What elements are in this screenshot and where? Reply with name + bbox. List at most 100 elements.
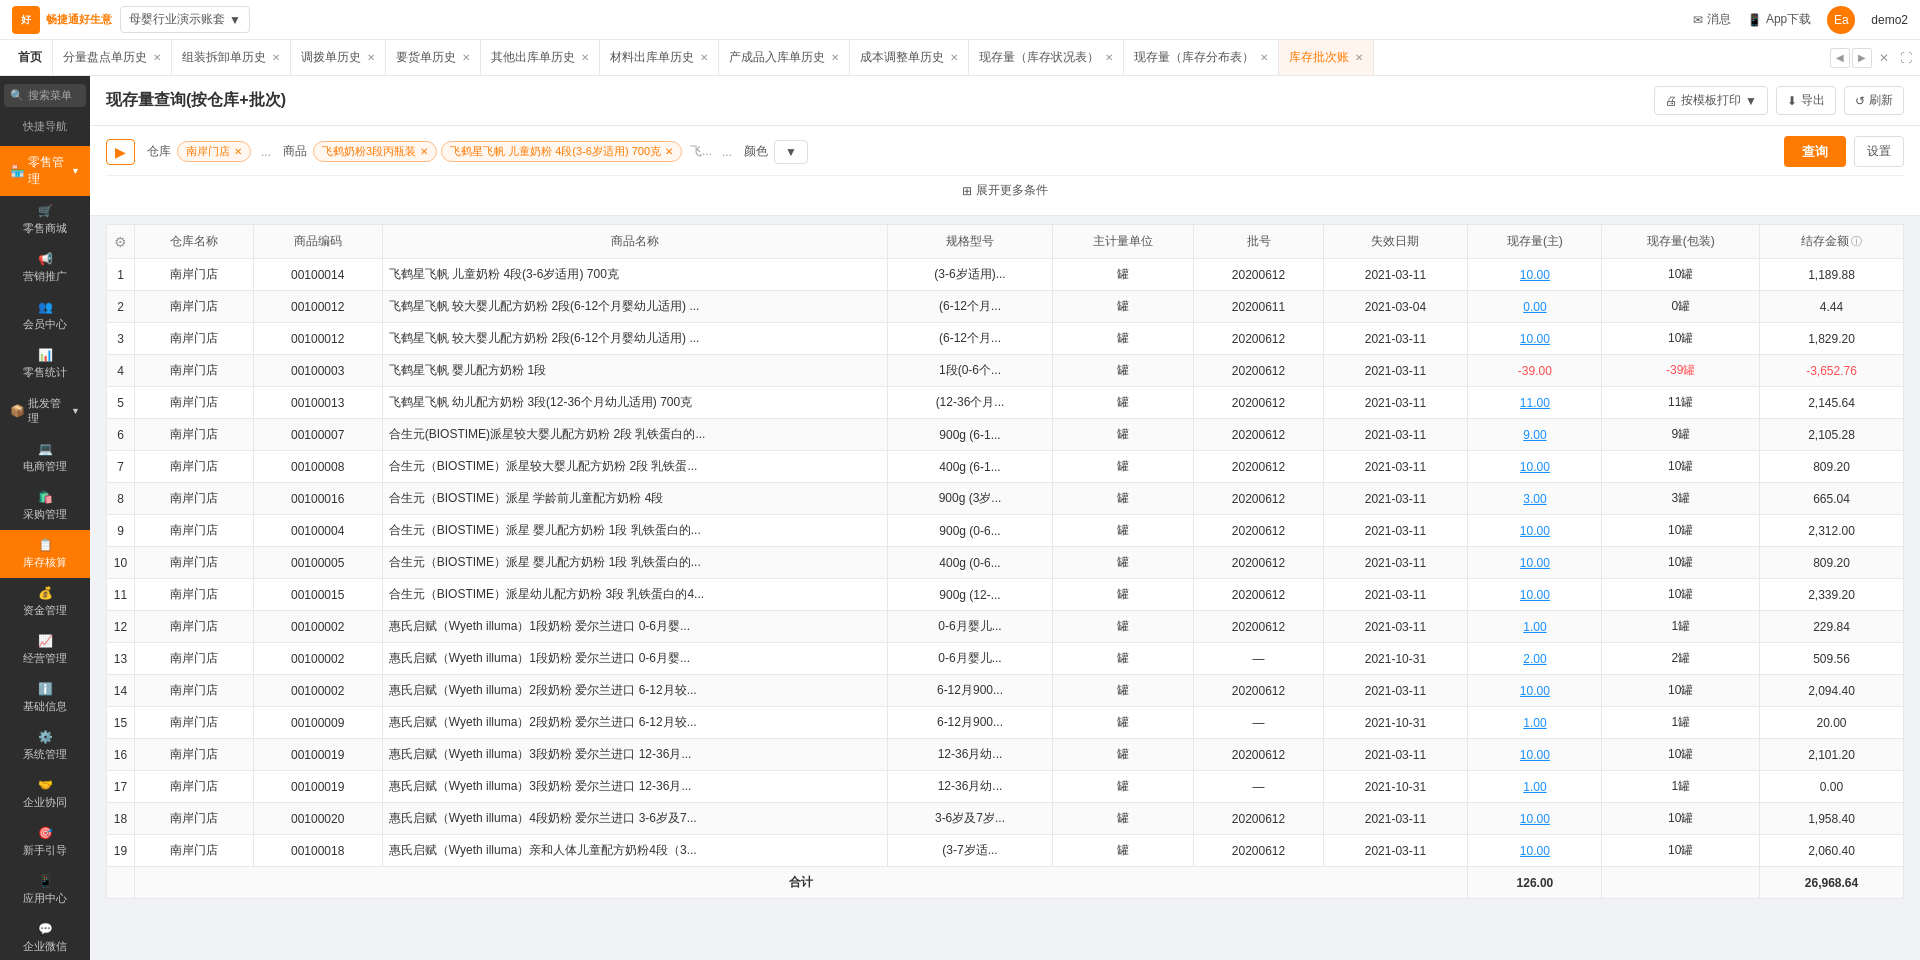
cell-qty-main[interactable]: 10.00 <box>1468 451 1602 483</box>
sidebar-quick-nav[interactable]: 快捷导航 <box>0 115 90 138</box>
cell-qty-main[interactable]: 0.00 <box>1468 291 1602 323</box>
cell-code: 00100005 <box>253 547 382 579</box>
export-button[interactable]: ⬇ 导出 <box>1776 86 1836 115</box>
sidebar-item-wholesale[interactable]: 📦 批发管理 ▼ <box>0 388 90 434</box>
sidebar-item-member[interactable]: 👥 会员中心 <box>0 292 90 340</box>
tab-xiancunliangfenbu[interactable]: 现存量（库存分布表） ✕ <box>1124 40 1279 76</box>
nav-next-button[interactable]: ▶ <box>1852 48 1872 68</box>
close-icon[interactable]: ✕ <box>153 52 161 63</box>
close-icon[interactable]: ✕ <box>1260 52 1268 63</box>
nav-prev-button[interactable]: ◀ <box>1830 48 1850 68</box>
refresh-button[interactable]: ↺ 刷新 <box>1844 86 1904 115</box>
cell-qty-main[interactable]: 10.00 <box>1468 675 1602 707</box>
warehouse-tag-close[interactable]: ✕ <box>234 146 242 157</box>
tab-diaobodanls[interactable]: 调拨单历史 ✕ <box>291 40 386 76</box>
tab-xiancunliangzhuangkuang[interactable]: 现存量（库存状况表） ✕ <box>969 40 1124 76</box>
color-dropdown[interactable]: ▼ <box>774 140 808 164</box>
filter-expand-btn[interactable]: ▶ <box>106 139 135 165</box>
sidebar-item-basics[interactable]: ℹ️ 基础信息 <box>0 674 90 722</box>
cell-batch: 20200612 <box>1194 675 1323 707</box>
app-download-button[interactable]: 📱 App下载 <box>1747 11 1811 28</box>
sidebar-item-retail-stats[interactable]: 📊 零售统计 <box>0 340 90 388</box>
cell-qty-main[interactable]: 10.00 <box>1468 323 1602 355</box>
sidebar-item-purchase[interactable]: 🛍️ 采购管理 <box>0 482 90 530</box>
sidebar-item-inventory[interactable]: 📋 库存核算 <box>0 530 90 578</box>
sidebar-item-system[interactable]: ⚙️ 系统管理 <box>0 722 90 770</box>
cell-amount: 229.84 <box>1760 611 1904 643</box>
product-tag-1-close[interactable]: ✕ <box>420 146 428 157</box>
search-input[interactable]: 🔍 搜索菜单 <box>4 84 86 107</box>
info-icon[interactable]: ⓘ <box>1851 235 1862 247</box>
nav-close-button[interactable]: ✕ <box>1874 48 1894 68</box>
cell-qty-main[interactable]: 10.00 <box>1468 739 1602 771</box>
industry-select[interactable]: 母婴行业演示账套 ▼ <box>120 6 250 33</box>
tab-chanchengpinruku[interactable]: 产成品入库单历史 ✕ <box>719 40 850 76</box>
message-button[interactable]: ✉ 消息 <box>1693 11 1731 28</box>
sidebar-item-marketing[interactable]: 📢 营销推广 <box>0 244 90 292</box>
cell-qty-main[interactable]: 1.00 <box>1468 771 1602 803</box>
close-icon[interactable]: ✕ <box>950 52 958 63</box>
sidebar-item-retail-mall[interactable]: 🛒 零售商城 <box>0 196 90 244</box>
product-tag-2-close[interactable]: ✕ <box>665 146 673 157</box>
cell-no: 18 <box>107 803 135 835</box>
tab-kucunpiciz[interactable]: 库存批次账 ✕ <box>1279 40 1374 76</box>
close-icon[interactable]: ✕ <box>581 52 589 63</box>
close-icon[interactable]: ✕ <box>1355 52 1363 63</box>
sidebar-item-collab[interactable]: 🤝 企业协同 <box>0 770 90 818</box>
cell-qty-main[interactable]: 9.00 <box>1468 419 1602 451</box>
tab-zuzhuangchaijian[interactable]: 组装拆卸单历史 ✕ <box>172 40 291 76</box>
warehouse-tag[interactable]: 南岸门店 ✕ <box>177 141 251 162</box>
sidebar-item-operations[interactable]: 📈 经营管理 <box>0 626 90 674</box>
avatar[interactable]: Ea <box>1827 6 1855 34</box>
sidebar-item-wechat[interactable]: 💬 企业微信 <box>0 914 90 960</box>
cell-unit: 罐 <box>1052 355 1194 387</box>
product-tag-1[interactable]: 飞鹤奶粉3段丙瓶装 ✕ <box>313 141 437 162</box>
sidebar-item-ecommerce[interactable]: 💻 电商管理 <box>0 434 90 482</box>
cell-qty-main[interactable]: 3.00 <box>1468 483 1602 515</box>
tab-qitachuku[interactable]: 其他出库单历史 ✕ <box>481 40 600 76</box>
expand-conditions-btn[interactable]: ⊞ 展开更多条件 <box>106 175 1904 205</box>
cell-warehouse: 南岸门店 <box>135 451 254 483</box>
tab-chengjiadanls[interactable]: 成本调整单历史 ✕ <box>850 40 969 76</box>
cell-qty-main[interactable]: 10.00 <box>1468 259 1602 291</box>
sidebar-item-retail-mgmt[interactable]: 🏪 零售管理 ▼ <box>0 146 90 196</box>
cell-qty-main[interactable]: 1.00 <box>1468 611 1602 643</box>
cell-batch: 20200611 <box>1194 291 1323 323</box>
logo-icon: 好 <box>12 6 40 34</box>
cell-qty-main[interactable]: 10.00 <box>1468 547 1602 579</box>
close-icon[interactable]: ✕ <box>1105 52 1113 63</box>
settings-button[interactable]: 设置 <box>1854 136 1904 167</box>
close-icon[interactable]: ✕ <box>700 52 708 63</box>
query-button[interactable]: 查询 <box>1784 136 1846 167</box>
close-icon[interactable]: ✕ <box>272 52 280 63</box>
cell-qty-main[interactable]: 11.00 <box>1468 387 1602 419</box>
close-icon[interactable]: ✕ <box>367 52 375 63</box>
settings-icon[interactable]: ⚙ <box>114 234 127 250</box>
product-tag-2[interactable]: 飞鹤星飞帆 儿童奶粉 4段(3-6岁适用) 700克 ✕ <box>441 141 682 162</box>
sidebar-item-finance[interactable]: 💰 资金管理 <box>0 578 90 626</box>
cell-spec: 12-36月幼... <box>888 739 1052 771</box>
tab-yaohuo[interactable]: 要货单历史 ✕ <box>386 40 481 76</box>
cell-qty-pkg: 9罐 <box>1602 419 1760 451</box>
cell-qty-main[interactable]: 2.00 <box>1468 643 1602 675</box>
cell-qty-main[interactable]: -39.00 <box>1468 355 1602 387</box>
cell-qty-main[interactable]: 10.00 <box>1468 803 1602 835</box>
product-ellipsis[interactable]: ... <box>722 145 732 159</box>
tab-fenliangpandian[interactable]: 分量盘点单历史 ✕ <box>53 40 172 76</box>
close-icon[interactable]: ✕ <box>462 52 470 63</box>
sidebar-item-guide[interactable]: 🎯 新手引导 <box>0 818 90 866</box>
nav-max-button[interactable]: ⛶ <box>1896 48 1916 68</box>
tab-cailiaochuku[interactable]: 材料出库单历史 ✕ <box>600 40 719 76</box>
product-more[interactable]: 飞... <box>690 143 712 160</box>
cell-qty-main[interactable]: 10.00 <box>1468 579 1602 611</box>
sidebar-item-apps[interactable]: 📱 应用中心 <box>0 866 90 914</box>
cell-qty-main[interactable]: 1.00 <box>1468 707 1602 739</box>
cell-unit: 罐 <box>1052 579 1194 611</box>
close-icon[interactable]: ✕ <box>831 52 839 63</box>
cell-qty-main[interactable]: 10.00 <box>1468 515 1602 547</box>
cell-qty-main[interactable]: 10.00 <box>1468 835 1602 867</box>
cell-name: 飞鹤星飞帆 较大婴儿配方奶粉 2段(6-12个月婴幼儿适用) ... <box>382 291 888 323</box>
print-button[interactable]: 🖨 按模板打印 ▼ <box>1654 86 1768 115</box>
filter-ellipsis[interactable]: ... <box>261 145 271 159</box>
tab-home[interactable]: 首页 <box>8 40 53 76</box>
